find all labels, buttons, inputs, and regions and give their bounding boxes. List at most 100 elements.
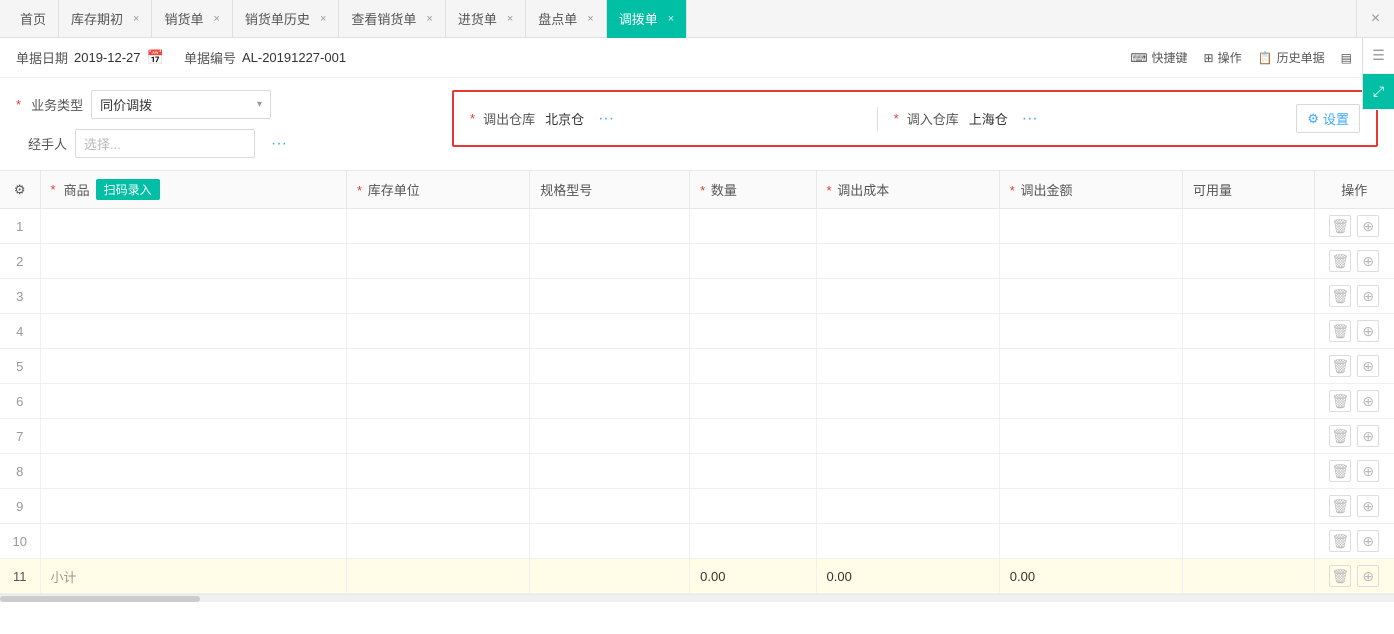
close-icon[interactable]: × xyxy=(507,13,513,25)
tab-view-sales[interactable]: 查看销货单 × xyxy=(339,0,445,38)
cell-quantity[interactable] xyxy=(690,349,816,384)
history-button[interactable]: 📋 历史单据 xyxy=(1258,49,1325,66)
cell-quantity[interactable] xyxy=(690,209,816,244)
cell-unit[interactable] xyxy=(347,279,530,314)
cell-out-amount[interactable] xyxy=(999,489,1182,524)
copy-icon[interactable]: ⊕ xyxy=(1357,565,1379,587)
cell-product[interactable] xyxy=(40,454,347,489)
cell-spec[interactable] xyxy=(530,524,690,559)
delete-icon[interactable]: 🗑 xyxy=(1329,215,1351,237)
operator-select[interactable]: 选择... xyxy=(75,129,255,158)
cell-quantity[interactable] xyxy=(690,279,816,314)
cell-spec[interactable] xyxy=(530,209,690,244)
cell-unit[interactable] xyxy=(347,384,530,419)
cell-unit[interactable] xyxy=(347,314,530,349)
cell-available[interactable] xyxy=(1183,209,1314,244)
cell-spec[interactable] xyxy=(530,349,690,384)
cell-product[interactable] xyxy=(40,384,347,419)
cell-product[interactable] xyxy=(40,209,347,244)
cell-spec[interactable] xyxy=(530,314,690,349)
tab-sales-history[interactable]: 销货单历史 × xyxy=(233,0,339,38)
cell-quantity[interactable] xyxy=(690,384,816,419)
cell-unit[interactable] xyxy=(347,244,530,279)
cell-available[interactable] xyxy=(1183,349,1314,384)
cell-out-cost[interactable] xyxy=(816,454,999,489)
cell-unit[interactable] xyxy=(347,419,530,454)
delete-icon[interactable]: 🗑 xyxy=(1329,390,1351,412)
cell-unit[interactable] xyxy=(347,209,530,244)
cell-available[interactable] xyxy=(1183,489,1314,524)
close-icon[interactable]: × xyxy=(213,13,219,25)
cell-available[interactable] xyxy=(1183,384,1314,419)
delete-icon[interactable]: 🗑 xyxy=(1329,565,1351,587)
sidebar-list-icon[interactable]: ☰ xyxy=(1363,38,1394,74)
cell-spec[interactable] xyxy=(530,419,690,454)
cell-product[interactable] xyxy=(40,419,347,454)
cell-spec[interactable] xyxy=(530,384,690,419)
cell-unit[interactable] xyxy=(347,489,530,524)
cell-out-amount[interactable] xyxy=(999,209,1182,244)
shortcuts-button[interactable]: ⌨ 快捷键 xyxy=(1130,49,1187,66)
cell-spec[interactable] xyxy=(530,454,690,489)
out-warehouse-more-icon[interactable]: ··· xyxy=(598,110,614,128)
cell-out-amount[interactable] xyxy=(999,349,1182,384)
cell-available[interactable] xyxy=(1183,419,1314,454)
cell-product[interactable] xyxy=(40,489,347,524)
cell-available[interactable] xyxy=(1183,454,1314,489)
cell-available[interactable] xyxy=(1183,314,1314,349)
tab-transfer-order[interactable]: 调拨单 × xyxy=(607,0,687,38)
business-type-select[interactable]: 同价调拨 ▾ xyxy=(91,90,271,119)
cell-available[interactable] xyxy=(1183,244,1314,279)
cell-spec[interactable] xyxy=(530,489,690,524)
cell-quantity[interactable] xyxy=(690,419,816,454)
cell-out-amount[interactable] xyxy=(999,524,1182,559)
cell-product[interactable] xyxy=(40,244,347,279)
delete-icon[interactable]: 🗑 xyxy=(1329,495,1351,517)
in-warehouse-more-icon[interactable]: ··· xyxy=(1022,110,1038,128)
th-gear[interactable]: ⚙ xyxy=(0,171,40,209)
cell-out-cost[interactable] xyxy=(816,419,999,454)
cell-out-cost[interactable] xyxy=(816,279,999,314)
cell-spec[interactable] xyxy=(530,244,690,279)
close-icon[interactable]: × xyxy=(668,13,674,25)
copy-icon[interactable]: ⊕ xyxy=(1357,215,1379,237)
tab-purchase-order[interactable]: 进货单 × xyxy=(446,0,526,38)
cell-out-amount[interactable] xyxy=(999,454,1182,489)
sidebar-expand-icon[interactable]: ⤢ xyxy=(1363,74,1394,110)
cell-out-cost[interactable] xyxy=(816,244,999,279)
delete-icon[interactable]: 🗑 xyxy=(1329,250,1351,272)
copy-icon[interactable]: ⊕ xyxy=(1357,355,1379,377)
cell-out-cost[interactable] xyxy=(816,209,999,244)
copy-icon[interactable]: ⊕ xyxy=(1357,285,1379,307)
cell-out-cost[interactable] xyxy=(816,524,999,559)
window-close-button[interactable]: × xyxy=(1356,0,1394,38)
copy-icon[interactable]: ⊕ xyxy=(1357,495,1379,517)
cell-unit[interactable] xyxy=(347,454,530,489)
copy-icon[interactable]: ⊕ xyxy=(1357,460,1379,482)
cell-unit[interactable] xyxy=(347,349,530,384)
tab-inventory-check[interactable]: 盘点单 × xyxy=(526,0,606,38)
cell-out-cost[interactable] xyxy=(816,489,999,524)
delete-icon[interactable]: 🗑 xyxy=(1329,460,1351,482)
scan-button[interactable]: 扫码录入 xyxy=(96,179,160,200)
cell-out-amount[interactable] xyxy=(999,279,1182,314)
cell-out-amount[interactable] xyxy=(999,419,1182,454)
delete-icon[interactable]: 🗑 xyxy=(1329,285,1351,307)
cell-out-cost[interactable] xyxy=(816,314,999,349)
tab-inventory-init[interactable]: 库存期初 × xyxy=(59,0,152,38)
cell-quantity[interactable] xyxy=(690,454,816,489)
cell-quantity[interactable] xyxy=(690,524,816,559)
cell-out-cost[interactable] xyxy=(816,349,999,384)
cell-quantity[interactable] xyxy=(690,244,816,279)
layout-toggle-1[interactable]: ▤ xyxy=(1341,51,1352,65)
tab-sales-order[interactable]: 销货单 × xyxy=(152,0,232,38)
cell-quantity[interactable] xyxy=(690,314,816,349)
operations-button[interactable]: ⊞ 操作 xyxy=(1204,49,1242,66)
cell-available[interactable] xyxy=(1183,524,1314,559)
horizontal-scrollbar[interactable] xyxy=(0,594,1394,602)
cell-product[interactable] xyxy=(40,349,347,384)
copy-icon[interactable]: ⊕ xyxy=(1357,425,1379,447)
tab-home[interactable]: 首页 xyxy=(8,0,59,38)
cell-out-cost[interactable] xyxy=(816,384,999,419)
cell-product[interactable] xyxy=(40,524,347,559)
